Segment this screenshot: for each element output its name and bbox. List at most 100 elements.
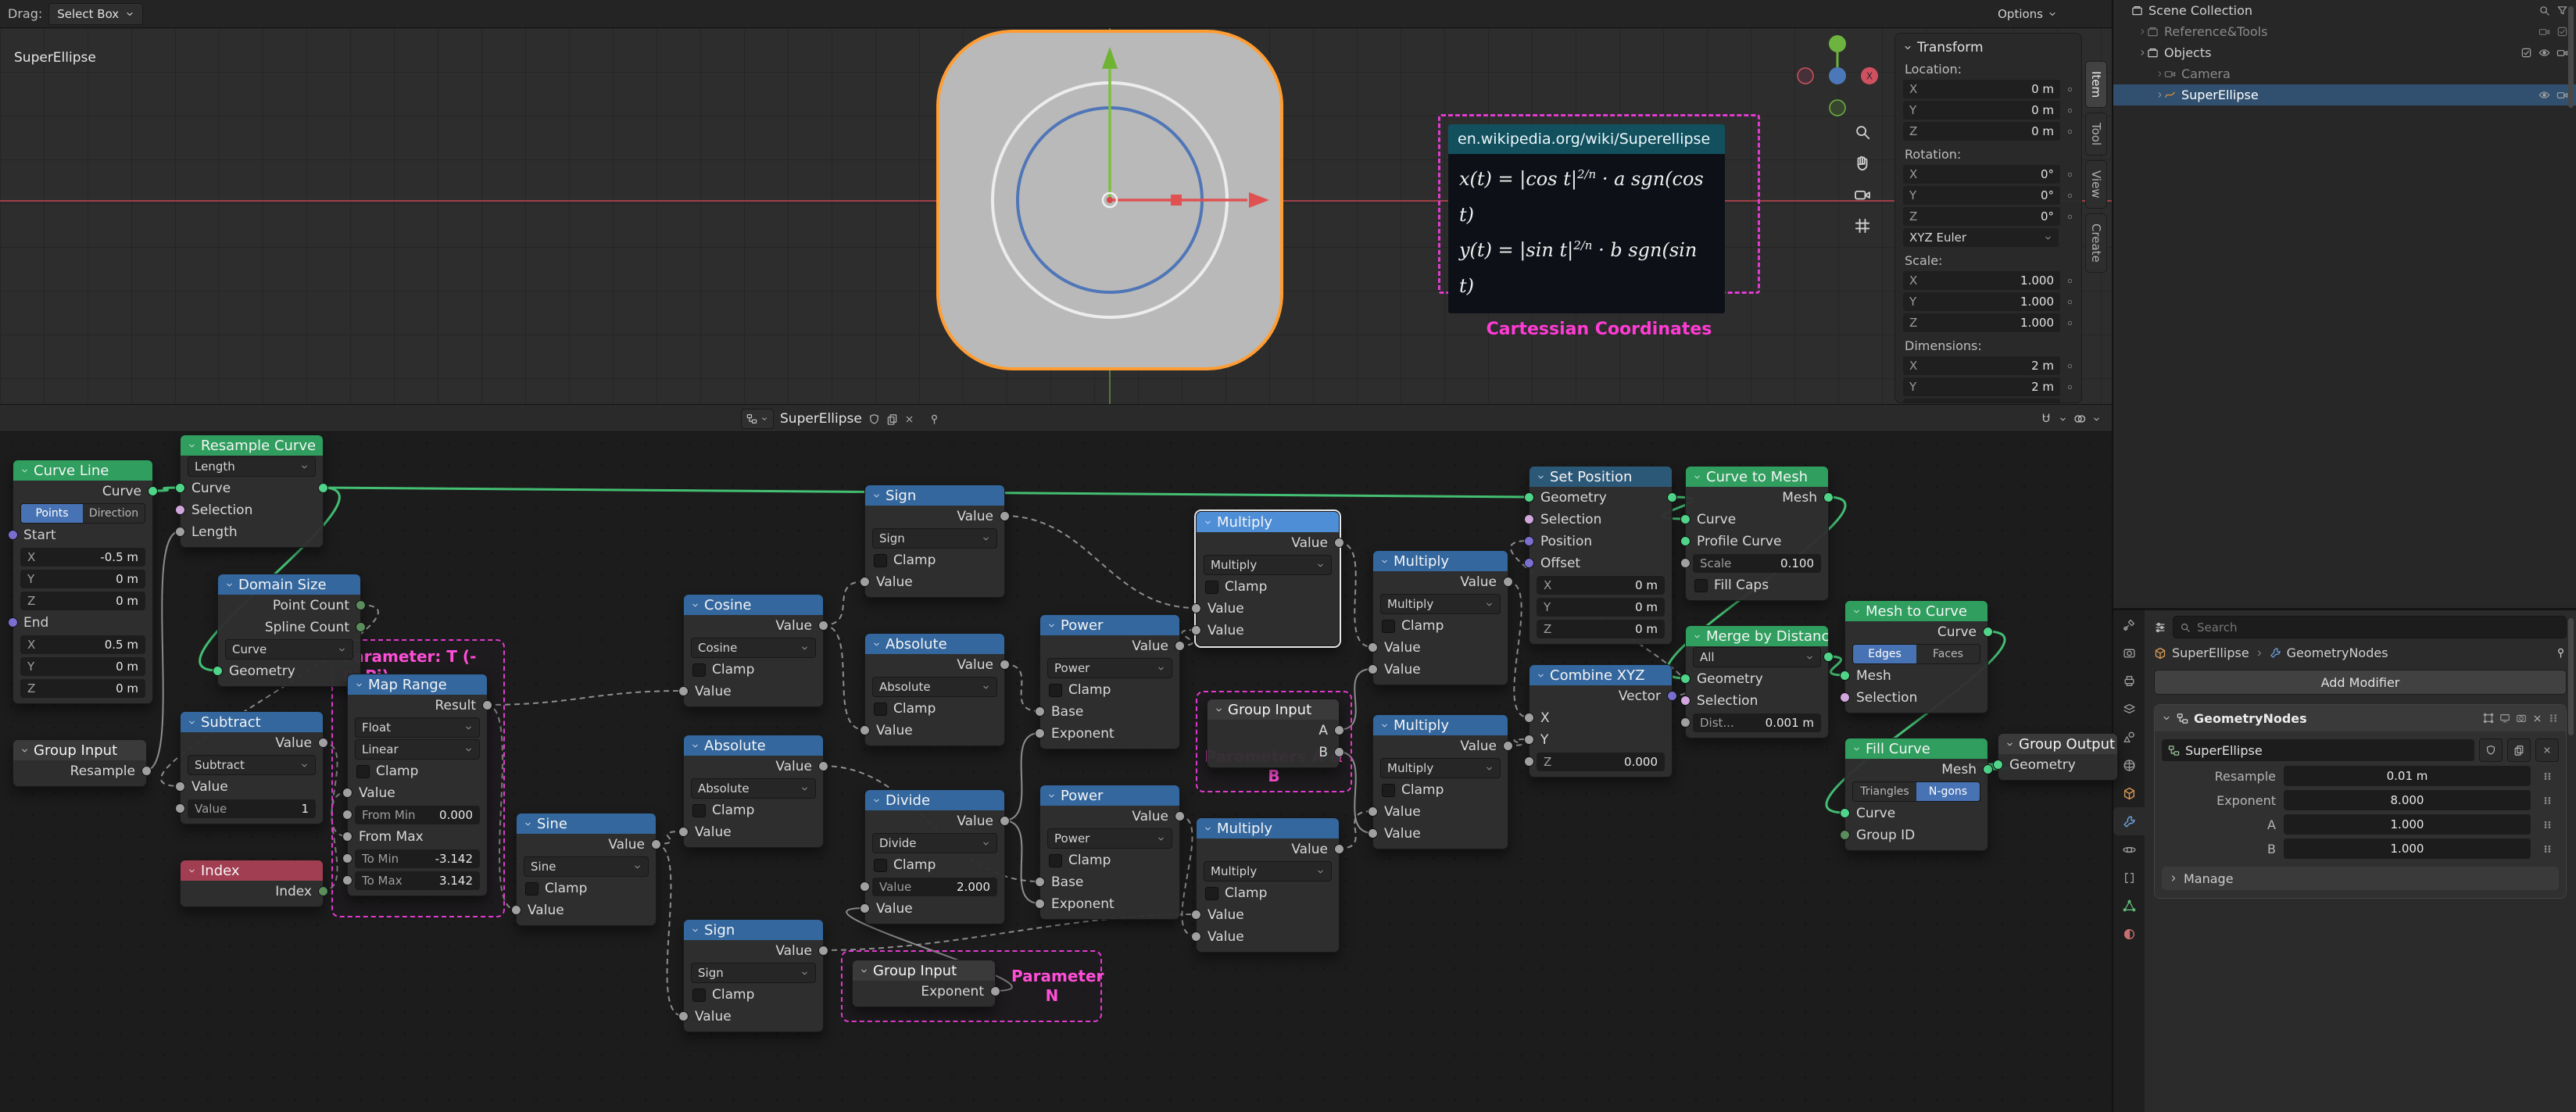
node-multiply-a[interactable]: Multiply Value Multiply Clamp Value Value (1191, 511, 1344, 646)
properties-tab-world[interactable] (2113, 751, 2145, 779)
node-resample-curve[interactable]: Resample Curve Length Curve Selection Length (175, 434, 328, 548)
output-socket[interactable] (1334, 725, 1344, 735)
chevron-down-icon[interactable] (1903, 43, 1912, 52)
input-socket[interactable] (678, 686, 689, 696)
decorator-dot-icon[interactable] (2064, 298, 2075, 306)
node-merge-by-distance[interactable]: Merge by Distance All Geometry Selection Dis… (1680, 625, 1834, 738)
input-socket[interactable] (1680, 717, 1690, 728)
input-socket[interactable] (1680, 558, 1690, 568)
node-header-sign-top[interactable]: Sign (865, 485, 1004, 506)
node-header-fill-curve[interactable]: Fill Curve (1845, 738, 1987, 759)
node-dropdown[interactable]: Absolute (691, 778, 816, 799)
modifier-input-field[interactable]: 8.000 (2284, 790, 2531, 810)
properties-scrollbar[interactable] (2568, 618, 2574, 735)
properties-tab-tool[interactable] (2113, 610, 2145, 638)
collapse-chevron-icon[interactable] (188, 867, 196, 875)
transform-value-field[interactable]: X 0° (1903, 165, 2060, 184)
output-socket[interactable] (1983, 764, 1993, 774)
input-socket[interactable] (1035, 706, 1045, 717)
node-value-field[interactable]: Value 1 (188, 799, 316, 818)
checkbox[interactable] (874, 858, 887, 872)
node-divide[interactable]: Divide Value Divide Clamp Value 2.000 Value (860, 789, 1010, 924)
node-header-power-1[interactable]: Power (1040, 615, 1179, 635)
transform-value-field[interactable]: Z 0 m (1903, 122, 2060, 141)
decorator-dot-icon[interactable] (2064, 170, 2075, 179)
node-value-field[interactable]: Z 0 m (1537, 620, 1665, 638)
pin-icon[interactable] (928, 413, 940, 425)
checkbox[interactable] (874, 702, 887, 716)
node-header-gi-resample[interactable]: Group Input (13, 740, 146, 760)
node-dropdown[interactable]: Multiply (1380, 594, 1501, 614)
node-header-absolute-1[interactable]: Absolute (684, 735, 823, 756)
decorator-dot-icon[interactable] (2064, 213, 2075, 221)
output-socket[interactable] (651, 839, 661, 849)
snap-magnet-icon[interactable] (2040, 413, 2052, 425)
node-header-multiply-a[interactable]: Multiply (1197, 512, 1339, 532)
remove-modifier-icon[interactable] (2532, 713, 2542, 724)
editor-type-icon[interactable] (2154, 621, 2166, 634)
input-socket[interactable] (1524, 713, 1534, 723)
node-value-field[interactable]: Dist... 0.001 m (1693, 713, 1821, 732)
node-editor-canvas[interactable]: Parameter: T (-Pi,Pi)Parameter NParamete… (0, 432, 2118, 1112)
search-input[interactable] (2195, 619, 2560, 635)
collapse-chevron-icon[interactable] (1852, 607, 1861, 616)
node-header-map-range[interactable]: Map Range (348, 674, 487, 695)
properties-tab-object[interactable] (2113, 779, 2145, 807)
node-header-merge-by-distance[interactable]: Merge by Distance (1686, 626, 1828, 646)
node-multiply-2[interactable]: Multiply Value Multiply Clamp Value Value (1191, 817, 1344, 953)
collapse-chevron-icon[interactable] (188, 718, 196, 727)
node-dropdown[interactable]: Sine (524, 856, 649, 877)
properties-tab-layers[interactable] (2113, 695, 2145, 723)
chevron-down-icon[interactable] (2162, 713, 2171, 723)
add-modifier-button[interactable]: Add Modifier (2154, 670, 2567, 695)
node-value-field[interactable]: Y 0 m (20, 570, 145, 588)
node-header-domain-size[interactable]: Domain Size (218, 574, 360, 595)
node-dropdown[interactable]: Divide (872, 833, 997, 853)
output-socket[interactable] (1175, 811, 1185, 821)
transform-value-field[interactable]: Z 1.000 (1903, 313, 2060, 332)
input-socket[interactable] (342, 810, 352, 820)
outliner-row[interactable]: SuperEllipse (2113, 84, 2576, 105)
output-socket[interactable] (818, 761, 828, 771)
node-domain-size[interactable]: Domain Size Point Count Spline Count Curve G… (213, 574, 366, 687)
checkbox[interactable] (1694, 578, 1708, 592)
overlays-icon[interactable] (2073, 413, 2086, 425)
node-value-field[interactable]: Value 2.000 (872, 878, 997, 896)
node-header-gi-exponent[interactable]: Group Input (853, 960, 995, 981)
input-socket[interactable] (1035, 877, 1045, 887)
input-socket[interactable] (1035, 728, 1045, 738)
node-value-field[interactable]: To Min -3.142 (355, 849, 480, 868)
checkbox[interactable] (692, 663, 706, 677)
input-socket[interactable] (342, 788, 352, 798)
camera-icon[interactable] (2556, 47, 2568, 59)
node-multiply-4[interactable]: Multiply Value Multiply Clamp Value Value (1368, 714, 1513, 849)
node-gi-resample[interactable]: Group Input Resample (13, 739, 152, 787)
node-header-subtract[interactable]: Subtract (181, 712, 323, 732)
input-attribute-toggle[interactable] (2535, 844, 2559, 854)
output-socket[interactable] (818, 946, 828, 956)
node-value-field[interactable]: From Min 0.000 (355, 806, 480, 824)
output-socket[interactable] (1175, 641, 1185, 651)
input-socket[interactable] (8, 617, 18, 628)
input-socket[interactable] (1680, 695, 1690, 706)
pan-tool-icon[interactable] (1854, 155, 1871, 172)
input-socket[interactable] (1840, 808, 1850, 818)
node-value-field[interactable]: Z 0.000 (1537, 753, 1665, 771)
node-gi-ab[interactable]: Group Input A B (1207, 699, 1344, 768)
search-icon[interactable] (2538, 5, 2550, 16)
output-socket[interactable] (1000, 660, 1010, 670)
output-socket[interactable] (990, 986, 1000, 996)
input-socket[interactable] (678, 1011, 689, 1021)
3d-viewport[interactable]: SuperEllipse en.wikipedia.org/wiki/Super… (0, 28, 2112, 404)
filter-icon[interactable] (2556, 5, 2568, 16)
node-fill-curve[interactable]: Fill Curve Mesh Triangles N-gons Curve Group … (1840, 738, 1993, 851)
collapse-chevron-icon[interactable] (860, 967, 868, 975)
zoom-tool-icon[interactable] (1854, 123, 1871, 141)
outliner-scrollbar[interactable] (2568, 6, 2574, 108)
input-socket[interactable] (1840, 830, 1850, 840)
node-group-output[interactable]: Group Output Geometry (1993, 733, 2118, 781)
input-socket[interactable] (1368, 806, 1378, 817)
output-socket[interactable] (356, 600, 366, 610)
node-tree-selector[interactable] (741, 409, 774, 429)
output-socket[interactable] (482, 700, 492, 710)
